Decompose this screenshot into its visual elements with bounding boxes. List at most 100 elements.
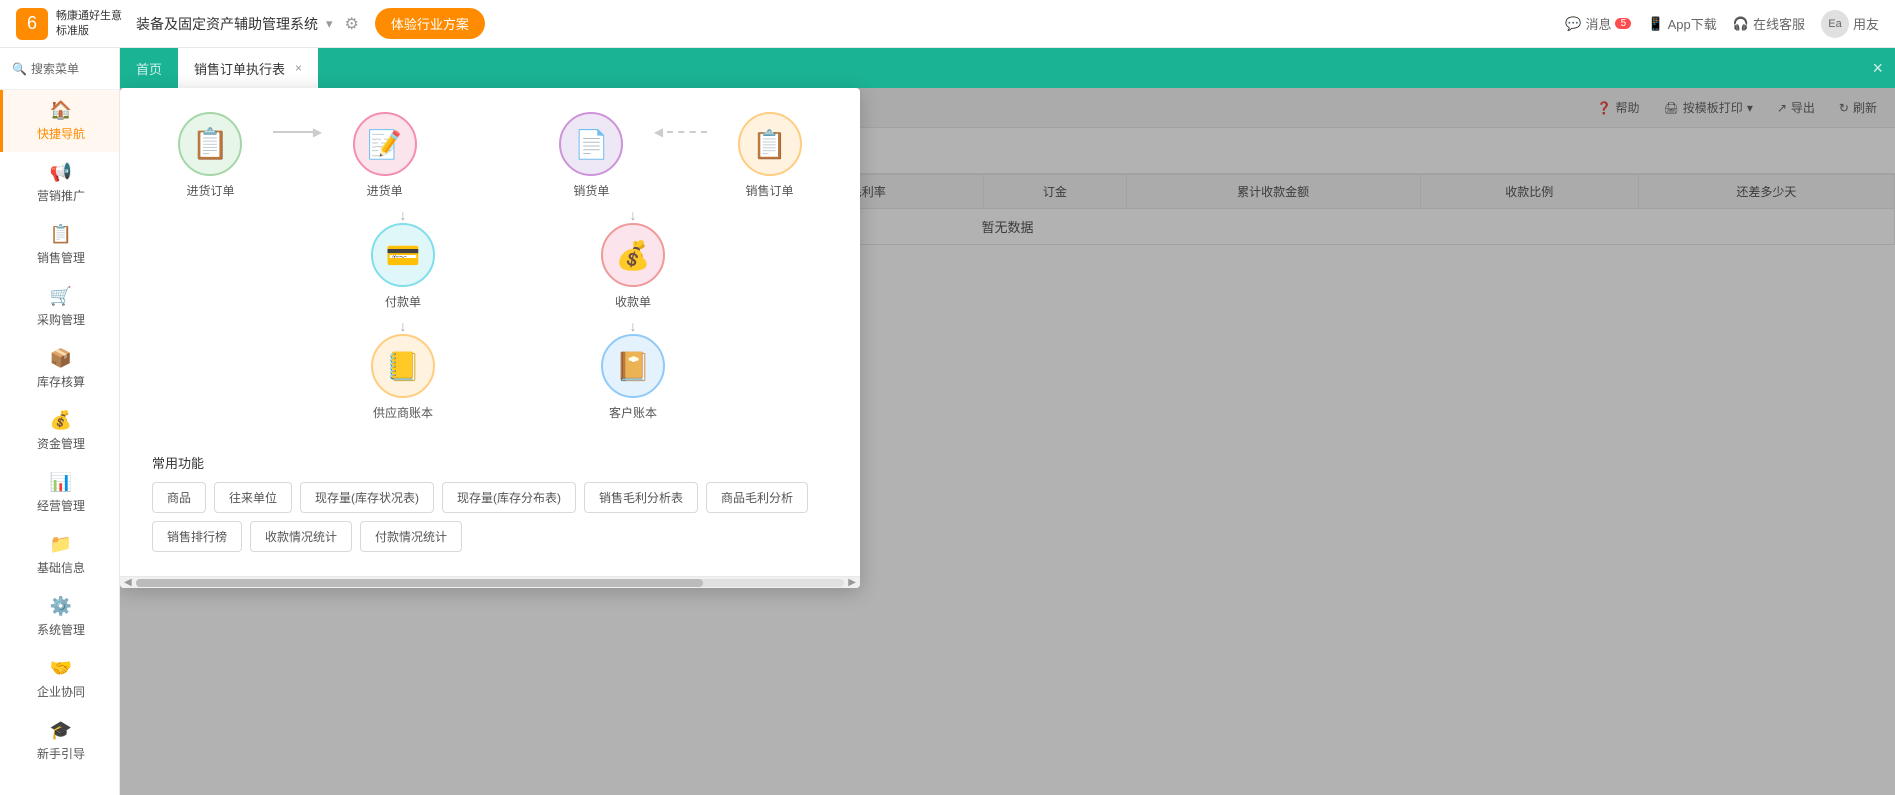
newbie-icon: 🎓 — [50, 720, 72, 741]
experience-btn[interactable]: 体验行业方案 — [375, 8, 485, 39]
payment-circle: 💳 — [371, 223, 435, 287]
search-icon: 🔍 — [12, 62, 27, 76]
supplier-ledger-label: 供应商账本 — [373, 404, 433, 421]
sidebar-item-enterprise[interactable]: 🤝 企业协同 — [0, 648, 119, 710]
scrollbar-thumb — [136, 579, 703, 587]
content-area: 首页 销售订单执行表 × × ❓ 帮助 🖨 按模板打印 ▾ ↗ — [120, 48, 1895, 795]
sidebar-item-marketing[interactable]: 📢 营销推广 — [0, 152, 119, 214]
supplier-ledger-icon: 📒 — [386, 350, 421, 383]
inventory-icon: 📦 — [50, 348, 72, 369]
sales-icon: 📋 — [50, 224, 72, 245]
flow-node-purchase-receipt[interactable]: 📝 进货单 — [326, 112, 443, 199]
system-title: 装备及固定资产辅助管理系统 — [136, 14, 318, 34]
dropdown-arrow-icon[interactable]: ▾ — [326, 16, 333, 32]
spacer-3 — [152, 318, 338, 334]
common-btn-sales-margin[interactable]: 销售毛利分析表 — [584, 482, 698, 513]
close-all-tabs-btn[interactable]: × — [1872, 58, 1883, 79]
common-btn-payment-stats[interactable]: 付款情况统计 — [360, 521, 462, 552]
customer-ledger-circle: 📔 — [601, 334, 665, 398]
sidebar-item-sales[interactable]: 📋 销售管理 — [0, 214, 119, 276]
scroll-left-btn[interactable]: ◀ — [124, 577, 132, 588]
tab-close-btn[interactable]: × — [295, 61, 302, 75]
purchase-icon: 🛒 — [50, 286, 72, 307]
sidebar-item-system[interactable]: ⚙️ 系统管理 — [0, 586, 119, 648]
sidebar-item-basic-info[interactable]: 📁 基础信息 — [0, 524, 119, 586]
flow-row-arrows-2: ↓ ↓ — [152, 318, 828, 334]
arrow-1-icon: ▶ — [273, 125, 322, 187]
scrollbar-track[interactable] — [136, 579, 845, 587]
basic-info-icon: 📁 — [50, 534, 72, 555]
spacer-4 — [468, 318, 568, 334]
down-arrow-sales-icon: ↓ — [630, 207, 637, 223]
sidebar-item-inventory[interactable]: 📦 库存核算 — [0, 338, 119, 400]
payment-icon: 💳 — [386, 239, 421, 272]
sales-order-circle: 📋 — [738, 112, 802, 176]
system-title-area: 装备及固定资产辅助管理系统 ▾ ⚙ 体验行业方案 — [136, 8, 1565, 39]
sales-receipt-label: 销货单 — [573, 182, 609, 199]
flow-node-supplier-ledger[interactable]: 📒 供应商账本 — [338, 334, 468, 421]
app-download-btn[interactable]: 📱 App下载 — [1647, 14, 1716, 33]
header-right: 💬 消息 5 📱 App下载 🎧 在线客服 Ea 用友 — [1565, 10, 1879, 38]
sidebar-item-newbie[interactable]: 🎓 新手引导 — [0, 710, 119, 772]
spacer-arrow-1 — [282, 207, 338, 223]
sidebar-item-quick-nav[interactable]: 🏠 快捷导航 — [0, 90, 119, 152]
purchase-order-label: 进货订单 — [186, 182, 234, 199]
flow-node-receipt[interactable]: 💰 收款单 — [568, 223, 698, 310]
common-btn-stock-status[interactable]: 现存量(库存状况表) — [300, 482, 434, 513]
operations-icon: 📊 — [50, 472, 72, 493]
flow-node-payment[interactable]: 💳 付款单 — [338, 223, 468, 310]
common-btn-product-margin[interactable]: 商品毛利分析 — [706, 482, 808, 513]
sidebar-item-operations[interactable]: 📊 经营管理 — [0, 462, 119, 524]
common-buttons-container: 商品 往来单位 现存量(库存状况表) 现存量(库存分布表) 销售毛利分析表 商品… — [152, 482, 828, 552]
flow-row-2: 💳 付款单 💰 收款单 — [152, 223, 828, 310]
flow-row-1: 📋 进货订单 ▶ — [152, 112, 828, 199]
arrow-dashed-icon: ◀ — [654, 125, 707, 187]
down-arrow-payment-icon: ↓ — [400, 318, 407, 334]
purchase-receipt-label: 进货单 — [367, 182, 403, 199]
sidebar-item-finance[interactable]: 💰 资金管理 — [0, 400, 119, 462]
down-arrow-receipt-icon: ↓ — [630, 318, 637, 334]
brand-text: 畅康通好生意 标准版 — [56, 9, 122, 38]
flow-node-sales-order[interactable]: 📋 销售订单 — [711, 112, 828, 199]
home-icon: 🏠 — [50, 100, 72, 121]
tab-sales-order-exec[interactable]: 销售订单执行表 × — [178, 48, 318, 88]
common-btn-stock-dist[interactable]: 现存量(库存分布表) — [442, 482, 576, 513]
online-service-btn[interactable]: 🎧 在线客服 — [1733, 14, 1805, 33]
flow-node-purchase-order[interactable]: 📋 进货订单 — [152, 112, 269, 199]
marketing-icon: 📢 — [50, 162, 72, 183]
purchase-order-icon: 📋 — [192, 127, 229, 162]
settings-icon[interactable]: ⚙ — [345, 14, 359, 34]
common-functions-title: 常用功能 — [152, 453, 828, 472]
tab-bar: 首页 销售订单执行表 × × — [120, 48, 1895, 88]
sidebar-search-area[interactable]: 🔍 搜索菜单 — [0, 48, 119, 90]
flow-diagram: 📋 进货订单 ▶ — [152, 112, 828, 429]
common-btn-product[interactable]: 商品 — [152, 482, 206, 513]
sidebar-item-purchase[interactable]: 🛒 采购管理 — [0, 276, 119, 338]
purchase-order-circle: 📋 — [178, 112, 242, 176]
purchase-receipt-circle: 📝 — [353, 112, 417, 176]
tab-bar-right: × — [1872, 58, 1895, 79]
down-arrow-purchase: ↓ — [338, 207, 468, 223]
sales-receipt-circle: 📄 — [559, 112, 623, 176]
common-btn-sales-rank[interactable]: 销售排行榜 — [152, 521, 242, 552]
message-btn[interactable]: 💬 消息 5 — [1565, 14, 1631, 33]
common-btn-counterparty[interactable]: 往来单位 — [214, 482, 292, 513]
flow-node-customer-ledger[interactable]: 📔 客户账本 — [568, 334, 698, 421]
avatar: Ea — [1821, 10, 1849, 38]
finance-icon: 💰 — [50, 410, 72, 431]
logo-area: 6 畅康通好生意 标准版 — [16, 8, 136, 40]
receipt-circle: 💰 — [601, 223, 665, 287]
common-functions-section: 常用功能 商品 往来单位 现存量(库存状况表) 现存量(库存分布表) 销售毛利分… — [152, 453, 828, 552]
down-arrow-sales: ↓ — [568, 207, 698, 223]
receipt-label: 收款单 — [615, 293, 651, 310]
common-btn-receipt-stats[interactable]: 收款情况统计 — [250, 521, 352, 552]
search-menu-btn[interactable]: 🔍 搜索菜单 — [8, 56, 111, 81]
tab-home[interactable]: 首页 — [120, 48, 178, 88]
message-icon: 💬 — [1565, 16, 1581, 32]
supplier-ledger-circle: 📒 — [371, 334, 435, 398]
down-arrow-purchase-icon: ↓ — [400, 207, 407, 223]
flow-node-sales-receipt[interactable]: 📄 销货单 — [533, 112, 650, 199]
user-menu[interactable]: Ea 用友 — [1821, 10, 1879, 38]
sales-receipt-icon: 📄 — [574, 128, 609, 161]
scroll-right-btn[interactable]: ▶ — [848, 577, 856, 588]
